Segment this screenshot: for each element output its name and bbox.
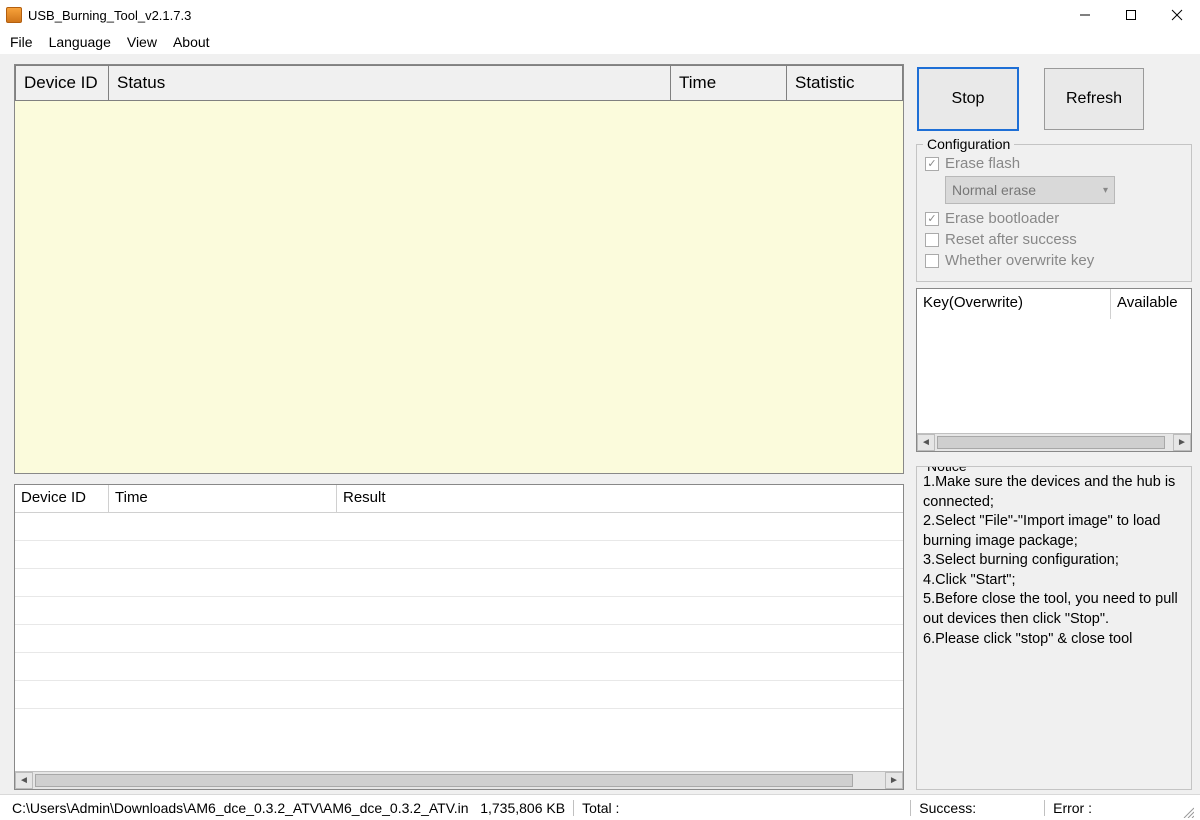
checkbox-icon: ✓ bbox=[925, 212, 939, 226]
notice-line: 5.Before close the tool, you need to pul… bbox=[923, 590, 1185, 629]
checkbox-icon: ✓ bbox=[925, 157, 939, 171]
close-icon bbox=[1171, 9, 1183, 21]
erase-bootloader-label: Erase bootloader bbox=[945, 210, 1059, 227]
notice-legend: Notice bbox=[923, 466, 971, 476]
status-total: Total : bbox=[573, 800, 627, 816]
rcol-result[interactable]: Result bbox=[337, 485, 903, 513]
table-row bbox=[15, 597, 903, 625]
overwrite-key-option[interactable]: Whether overwrite key bbox=[925, 252, 1183, 269]
configuration-legend: Configuration bbox=[923, 136, 1014, 152]
key-scrollbar[interactable]: ◄ ► bbox=[917, 433, 1191, 451]
status-path: C:\Users\Admin\Downloads\AM6_dce_0.3.2_A… bbox=[4, 800, 573, 816]
titlebar: USB_Burning_Tool_v2.1.7.3 bbox=[0, 0, 1200, 30]
scroll-thumb[interactable] bbox=[937, 436, 1165, 449]
scroll-track[interactable] bbox=[935, 434, 1173, 451]
table-row bbox=[15, 653, 903, 681]
resize-grip-icon[interactable] bbox=[1180, 795, 1196, 820]
maximize-button[interactable] bbox=[1108, 0, 1154, 30]
app-icon bbox=[6, 7, 22, 23]
chevron-down-icon: ▾ bbox=[1103, 185, 1108, 196]
right-column: Stop Refresh Configuration ✓ Erase flash… bbox=[916, 64, 1192, 790]
scroll-left-icon[interactable]: ◄ bbox=[15, 772, 33, 789]
erase-bootloader-option[interactable]: ✓ Erase bootloader bbox=[925, 210, 1183, 227]
table-row bbox=[15, 681, 903, 709]
table-row bbox=[15, 541, 903, 569]
rcol-device-id[interactable]: Device ID bbox=[15, 485, 109, 513]
scroll-right-icon[interactable]: ► bbox=[885, 772, 903, 789]
app-window: USB_Burning_Tool_v2.1.7.3 File Language … bbox=[0, 0, 1200, 820]
stop-button[interactable]: Stop bbox=[918, 68, 1018, 130]
key-table-header: Key(Overwrite) Available bbox=[917, 289, 1191, 319]
device-table-body bbox=[15, 101, 903, 473]
col-status[interactable]: Status bbox=[109, 65, 671, 101]
erase-flash-option[interactable]: ✓ Erase flash bbox=[925, 155, 1183, 172]
table-row bbox=[15, 569, 903, 597]
result-scrollbar[interactable]: ◄ ► bbox=[15, 771, 903, 789]
action-buttons: Stop Refresh bbox=[916, 64, 1192, 136]
notice-line: 6.Please click "stop" & close tool bbox=[923, 630, 1185, 650]
notice-line: 2.Select "File"-"Import image" to load b… bbox=[923, 512, 1185, 551]
checkbox-icon bbox=[925, 254, 939, 268]
window-controls bbox=[1062, 0, 1200, 30]
overwrite-key-label: Whether overwrite key bbox=[945, 252, 1094, 269]
erase-flash-label: Erase flash bbox=[945, 155, 1020, 172]
statusbar: C:\Users\Admin\Downloads\AM6_dce_0.3.2_A… bbox=[0, 794, 1200, 820]
erase-mode-select[interactable]: Normal erase ▾ bbox=[945, 176, 1115, 204]
scroll-thumb[interactable] bbox=[35, 774, 853, 787]
menu-file[interactable]: File bbox=[10, 34, 33, 50]
checkbox-icon bbox=[925, 233, 939, 247]
result-table: Device ID Time Result ◄ bbox=[14, 484, 904, 790]
col-time[interactable]: Time bbox=[671, 65, 787, 101]
key-table-body bbox=[917, 319, 1191, 433]
scroll-right-icon[interactable]: ► bbox=[1173, 434, 1191, 451]
reset-after-label: Reset after success bbox=[945, 231, 1077, 248]
status-path-text: C:\Users\Admin\Downloads\AM6_dce_0.3.2_A… bbox=[12, 800, 469, 816]
col-statistic[interactable]: Statistic bbox=[787, 65, 903, 101]
notice-line: 1.Make sure the devices and the hub is c… bbox=[923, 473, 1185, 512]
notice-group: Notice 1.Make sure the devices and the h… bbox=[916, 466, 1192, 790]
status-size: 1,735,806 KB bbox=[480, 800, 565, 816]
maximize-icon bbox=[1125, 9, 1137, 21]
menu-view[interactable]: View bbox=[127, 34, 157, 50]
reset-after-option[interactable]: Reset after success bbox=[925, 231, 1183, 248]
menu-about[interactable]: About bbox=[173, 34, 210, 50]
menubar: File Language View About bbox=[0, 30, 1200, 54]
configuration-group: Configuration ✓ Erase flash Normal erase… bbox=[916, 144, 1192, 282]
refresh-button[interactable]: Refresh bbox=[1044, 68, 1144, 130]
status-success: Success: bbox=[910, 800, 984, 816]
menu-language[interactable]: Language bbox=[49, 34, 111, 50]
scroll-left-icon[interactable]: ◄ bbox=[917, 434, 935, 451]
minimize-button[interactable] bbox=[1062, 0, 1108, 30]
kcol-key[interactable]: Key(Overwrite) bbox=[917, 289, 1111, 319]
erase-mode-value: Normal erase bbox=[952, 182, 1036, 198]
minimize-icon bbox=[1079, 9, 1091, 21]
col-device-id[interactable]: Device ID bbox=[15, 65, 109, 101]
body: Device ID Status Time Statistic Device I… bbox=[0, 54, 1200, 794]
status-error: Error : bbox=[1044, 800, 1100, 816]
device-table: Device ID Status Time Statistic bbox=[14, 64, 904, 474]
table-row bbox=[15, 625, 903, 653]
notice-line: 3.Select burning configuration; bbox=[923, 551, 1185, 571]
rcol-time[interactable]: Time bbox=[109, 485, 337, 513]
window-title: USB_Burning_Tool_v2.1.7.3 bbox=[28, 8, 191, 23]
result-rows bbox=[15, 513, 903, 709]
close-button[interactable] bbox=[1154, 0, 1200, 30]
result-table-header: Device ID Time Result bbox=[15, 485, 903, 513]
left-column: Device ID Status Time Statistic Device I… bbox=[14, 64, 904, 790]
key-table: Key(Overwrite) Available ◄ ► bbox=[916, 288, 1192, 452]
device-table-header: Device ID Status Time Statistic bbox=[15, 65, 903, 101]
notice-text: 1.Make sure the devices and the hub is c… bbox=[923, 469, 1185, 649]
scroll-track[interactable] bbox=[33, 772, 885, 789]
kcol-available[interactable]: Available bbox=[1111, 289, 1191, 319]
notice-line: 4.Click "Start"; bbox=[923, 571, 1185, 591]
table-row bbox=[15, 513, 903, 541]
